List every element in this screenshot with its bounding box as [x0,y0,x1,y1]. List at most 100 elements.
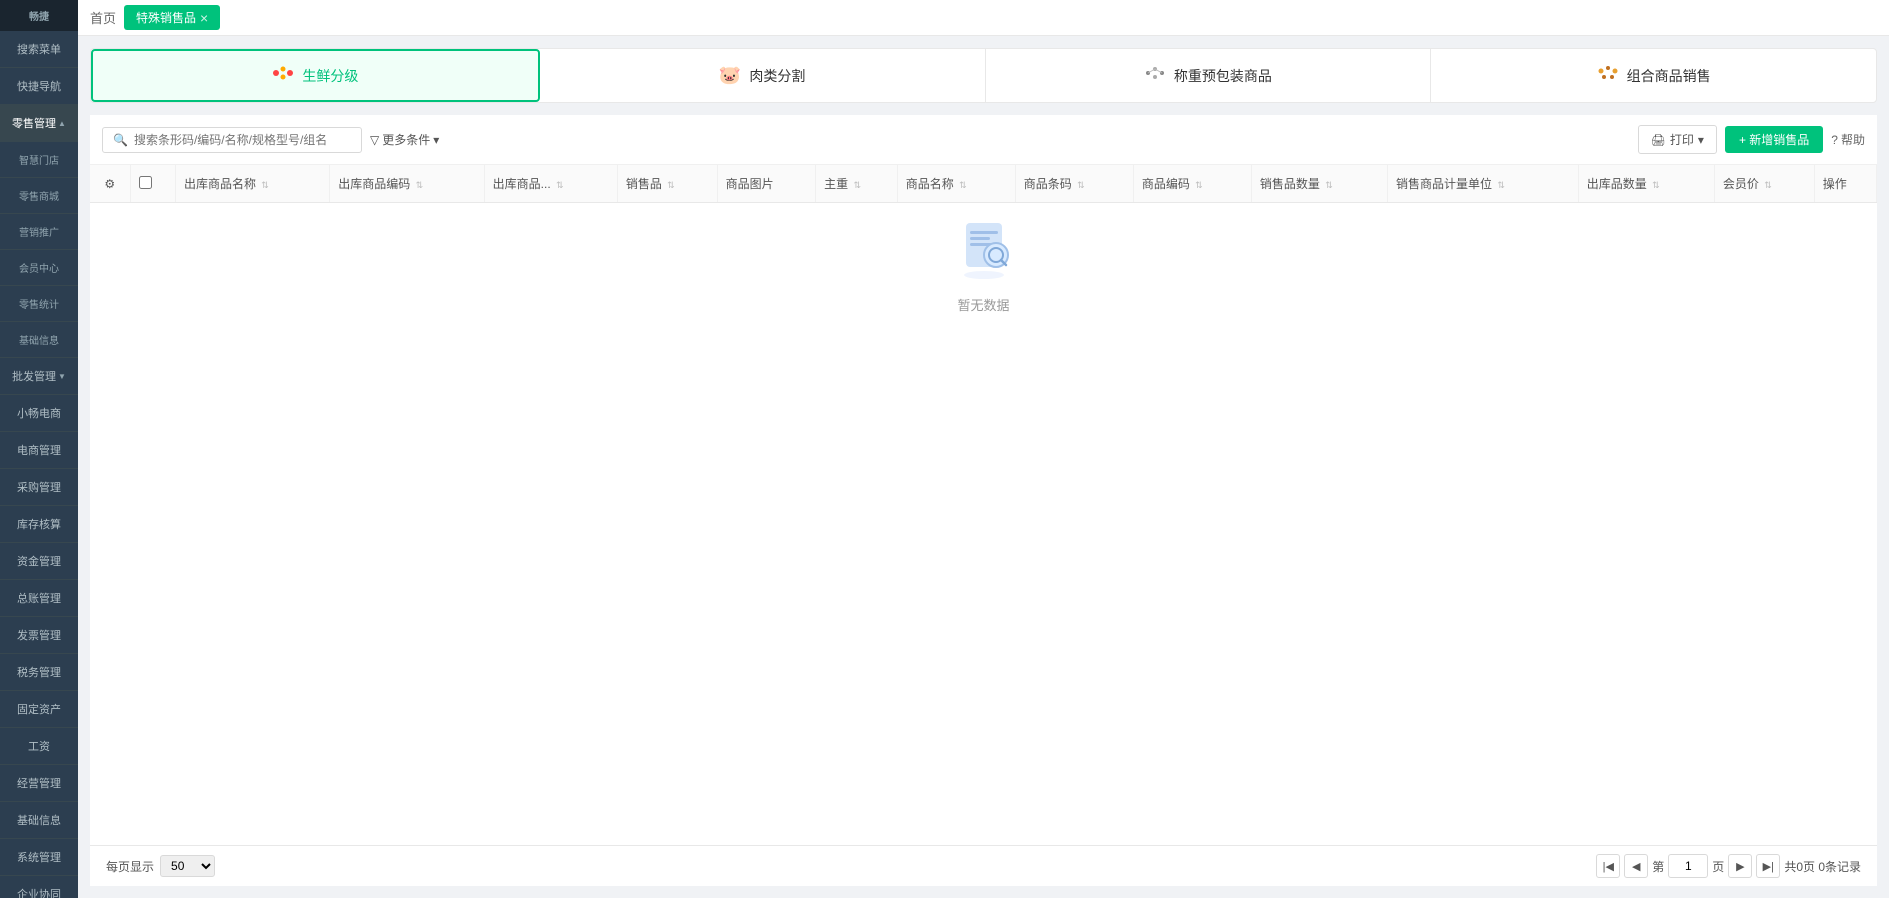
col-sales-product[interactable]: 销售品 ⇅ [617,165,717,203]
total-label: 共0页 0条记录 [1784,858,1861,875]
sort-icon: ⇅ [853,180,861,190]
sidebar-item-enterprise-coop[interactable]: 企业协同 [0,876,78,898]
sidebar-item-tax-mgmt[interactable]: 税务管理 [0,654,78,691]
col-sales-unit[interactable]: 销售商品计量单位 ⇅ [1388,165,1579,203]
help-button[interactable]: ? 帮助 [1831,131,1865,148]
tab-weight-prepack[interactable]: 称重预包装商品 [986,49,1432,102]
table-header-row: ⚙ 出库商品名称 ⇅ 出库商品编码 ⇅ 出库商品... [90,165,1877,203]
weight-prepack-icon [1144,65,1166,86]
product-type-tabs: 生鲜分级 🐷 肉类分割 称重预包装商品 [90,48,1877,103]
sidebar-item-mini-ecommerce[interactable]: 小畅电商 [0,395,78,432]
col-out-product-name[interactable]: 出库商品名称 ⇅ [175,165,329,203]
sidebar-item-search-menu[interactable]: 搜索菜单 [0,31,78,68]
sidebar-item-retail-stats[interactable]: 零售统计 [0,286,78,322]
col-barcode[interactable]: 商品条码 ⇅ [1015,165,1133,203]
sidebar-item-basic-info2[interactable]: 基础信息 [0,802,78,839]
sort-icon: ⇅ [261,180,269,190]
sidebar-item-smart-store[interactable]: 智慧门店 [0,142,78,178]
sidebar-item-quick-nav[interactable]: 快捷导航 [0,68,78,105]
sidebar-item-ledger-mgmt[interactable]: 总账管理 [0,580,78,617]
pagination-left: 每页显示 50 10 20 100 [106,855,215,877]
sidebar-item-system-mgmt[interactable]: 系统管理 [0,839,78,876]
active-tab[interactable]: 特殊销售品 × [124,5,220,30]
sidebar-item-capital-mgmt[interactable]: 资金管理 [0,543,78,580]
add-label: + 新增销售品 [1739,131,1809,148]
sidebar-item-ecommerce-mgmt[interactable]: 电商管理 [0,432,78,469]
sidebar-item-label: 总账管理 [4,590,74,606]
print-button[interactable]: 🖨 打印 ▾ [1638,125,1717,154]
sidebar-item-basic-info[interactable]: 基础信息 [0,322,78,358]
page-content: 生鲜分级 🐷 肉类分割 称重预包装商品 [78,36,1889,898]
per-page-label: 每页显示 [106,858,154,875]
sidebar-item-retail-mgmt[interactable]: 零售管理 ▲ [0,105,78,142]
sidebar-item-purchase-mgmt[interactable]: 采购管理 [0,469,78,506]
col-product-image[interactable]: 商品图片 [717,165,815,203]
col-product-name[interactable]: 商品名称 ⇅ [897,165,1015,203]
sidebar-item-inventory[interactable]: 库存核算 [0,506,78,543]
sort-icon: ⇅ [1077,180,1085,190]
per-page-select[interactable]: 50 10 20 100 [160,855,215,877]
col-sales-qty[interactable]: 销售品数量 ⇅ [1251,165,1387,203]
sidebar-item-member-center[interactable]: 会员中心 [0,250,78,286]
search-box[interactable]: 🔍 [102,127,362,153]
tab-fresh-grade-label: 生鲜分级 [302,66,358,86]
col-out-qty[interactable]: 出库品数量 ⇅ [1578,165,1714,203]
col-out-product-more[interactable]: 出库商品... ⇅ [484,165,617,203]
print-icon: 🖨 [1651,133,1666,147]
sidebar-item-label: 工资 [4,738,74,754]
col-weight[interactable]: 主重 ⇅ [816,165,898,203]
sidebar-item-label: 企业协同 [4,886,74,898]
col-checkbox[interactable] [130,165,175,203]
pagination-right: |◀ ◀ 第 页 ▶ ▶| 共0页 0条记录 [1596,854,1861,878]
tab-combo-sales[interactable]: 组合商品销售 [1431,49,1876,102]
help-label: 帮助 [1841,131,1865,148]
prev-page-button[interactable]: ◀ [1624,854,1648,878]
next-page-button[interactable]: ▶ [1728,854,1752,878]
table-scroll-area[interactable]: ⚙ 出库商品名称 ⇅ 出库商品编码 ⇅ 出库商品... [90,165,1877,845]
tab-label: 特殊销售品 [136,9,196,26]
sidebar-item-label: 搜索菜单 [4,41,74,57]
sidebar-item-marketing[interactable]: 营销推广 [0,214,78,250]
breadcrumb-home[interactable]: 首页 [90,8,116,27]
col-label: 出库商品编码 [338,177,410,191]
sort-icon: ⇅ [1195,180,1203,190]
sidebar-item-fixed-assets[interactable]: 固定资产 [0,691,78,728]
sort-icon: ⇅ [1497,180,1505,190]
sidebar-item-label: 电商管理 [4,442,74,458]
combo-sales-icon [1597,65,1619,86]
search-input[interactable] [134,133,351,147]
sidebar-item-label: 小畅电商 [4,405,74,421]
col-settings[interactable]: ⚙ [90,165,130,203]
fresh-grade-icon [272,65,294,86]
col-member-price[interactable]: 会员价 ⇅ [1714,165,1814,203]
page-suffix: 页 [1712,858,1724,875]
tab-combo-sales-label: 组合商品销售 [1627,66,1711,86]
page-number-input[interactable] [1668,854,1708,878]
sort-icon: ⇅ [556,180,564,190]
col-product-code[interactable]: 商品编码 ⇅ [1133,165,1251,203]
sidebar-item-business-mgmt[interactable]: 经营管理 [0,765,78,802]
last-page-button[interactable]: ▶| [1756,854,1780,878]
first-page-button[interactable]: |◀ [1596,854,1620,878]
sidebar-item-wholesale-mgmt[interactable]: 批发管理 ▼ [0,358,78,395]
search-icon: 🔍 [113,133,128,147]
sidebar-item-invoice-mgmt[interactable]: 发票管理 [0,617,78,654]
col-out-product-code[interactable]: 出库商品编码 ⇅ [330,165,484,203]
sidebar-item-label: 零售管理 [12,115,56,131]
add-product-button[interactable]: + 新增销售品 [1725,126,1823,153]
empty-state: 暂无数据 [90,203,1877,314]
filter-right: 🖨 打印 ▾ + 新增销售品 ? 帮助 [1638,125,1865,154]
select-all-checkbox[interactable] [139,176,152,189]
col-label: 商品编码 [1142,177,1190,191]
print-label: 打印 [1670,131,1694,148]
filter-more-button[interactable]: ▽ 更多条件 ▾ [370,131,439,148]
sort-icon: ⇅ [667,180,675,190]
sidebar-item-wages[interactable]: 工资 [0,728,78,765]
tab-meat-cut[interactable]: 🐷 肉类分割 [540,49,986,102]
sidebar-item-label: 基础信息 [4,332,74,347]
tab-close-button[interactable]: × [200,10,208,26]
sidebar-item-retail-mall[interactable]: 零售商城 [0,178,78,214]
topbar: 首页 特殊销售品 × [78,0,1889,36]
tab-fresh-grade[interactable]: 生鲜分级 [91,49,540,102]
sort-icon: ⇅ [1325,180,1333,190]
